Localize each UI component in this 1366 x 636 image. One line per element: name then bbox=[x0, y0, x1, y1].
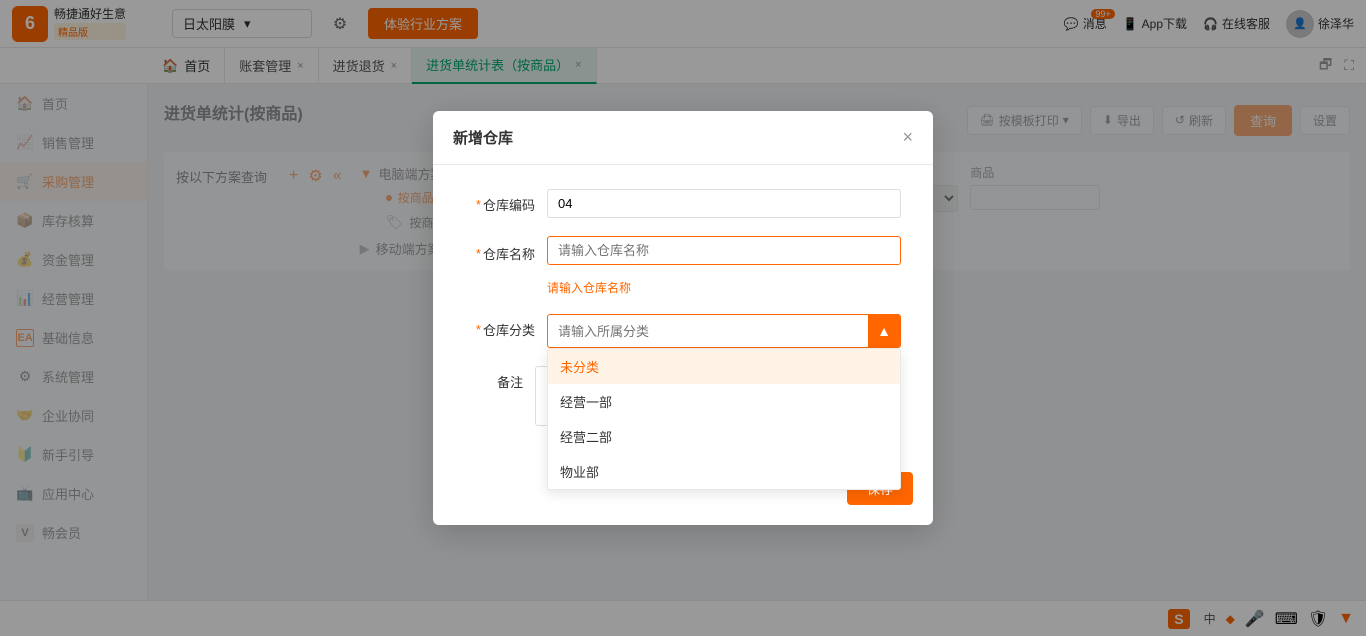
name-input[interactable] bbox=[547, 236, 901, 265]
modal-header: 新增仓库 × bbox=[433, 111, 933, 165]
form-row-name: * 仓库名称 请输入仓库名称 bbox=[465, 236, 901, 296]
code-input[interactable] bbox=[547, 189, 901, 218]
dropdown-item-2[interactable]: 经营二部 bbox=[548, 419, 900, 454]
category-input[interactable] bbox=[548, 318, 868, 345]
name-error-message: 请输入仓库名称 bbox=[547, 281, 631, 295]
dropdown-arrow-icon[interactable]: ▲ bbox=[868, 315, 900, 347]
category-input-row: ▲ bbox=[547, 314, 901, 348]
code-label: * 仓库编码 bbox=[465, 189, 535, 214]
form-row-code: * 仓库编码 bbox=[465, 189, 901, 218]
modal-body: * 仓库编码 * 仓库名称 请输入仓库名称 bbox=[433, 165, 933, 460]
modal-close-button[interactable]: × bbox=[902, 127, 913, 148]
modal-overlay: 新增仓库 × * 仓库编码 * 仓库名称 bbox=[0, 0, 1366, 636]
dropdown-item-1[interactable]: 经营一部 bbox=[548, 384, 900, 419]
form-row-category: * 仓库分类 ▲ 未分类 经营一部 经营二部 物业部 bbox=[465, 314, 901, 348]
modal-title: 新增仓库 bbox=[453, 127, 513, 148]
category-dropdown-list: 未分类 经营一部 经营二部 物业部 bbox=[547, 348, 901, 490]
category-label: * 仓库分类 bbox=[465, 314, 535, 339]
dropdown-item-3[interactable]: 物业部 bbox=[548, 454, 900, 489]
dropdown-item-0[interactable]: 未分类 bbox=[548, 349, 900, 384]
name-input-wrap bbox=[547, 236, 901, 265]
category-dropdown: ▲ 未分类 经营一部 经营二部 物业部 bbox=[547, 314, 901, 348]
name-label: * 仓库名称 bbox=[465, 238, 535, 263]
remarks-label: 备注 bbox=[465, 366, 523, 391]
new-warehouse-modal: 新增仓库 × * 仓库编码 * 仓库名称 bbox=[433, 111, 933, 525]
